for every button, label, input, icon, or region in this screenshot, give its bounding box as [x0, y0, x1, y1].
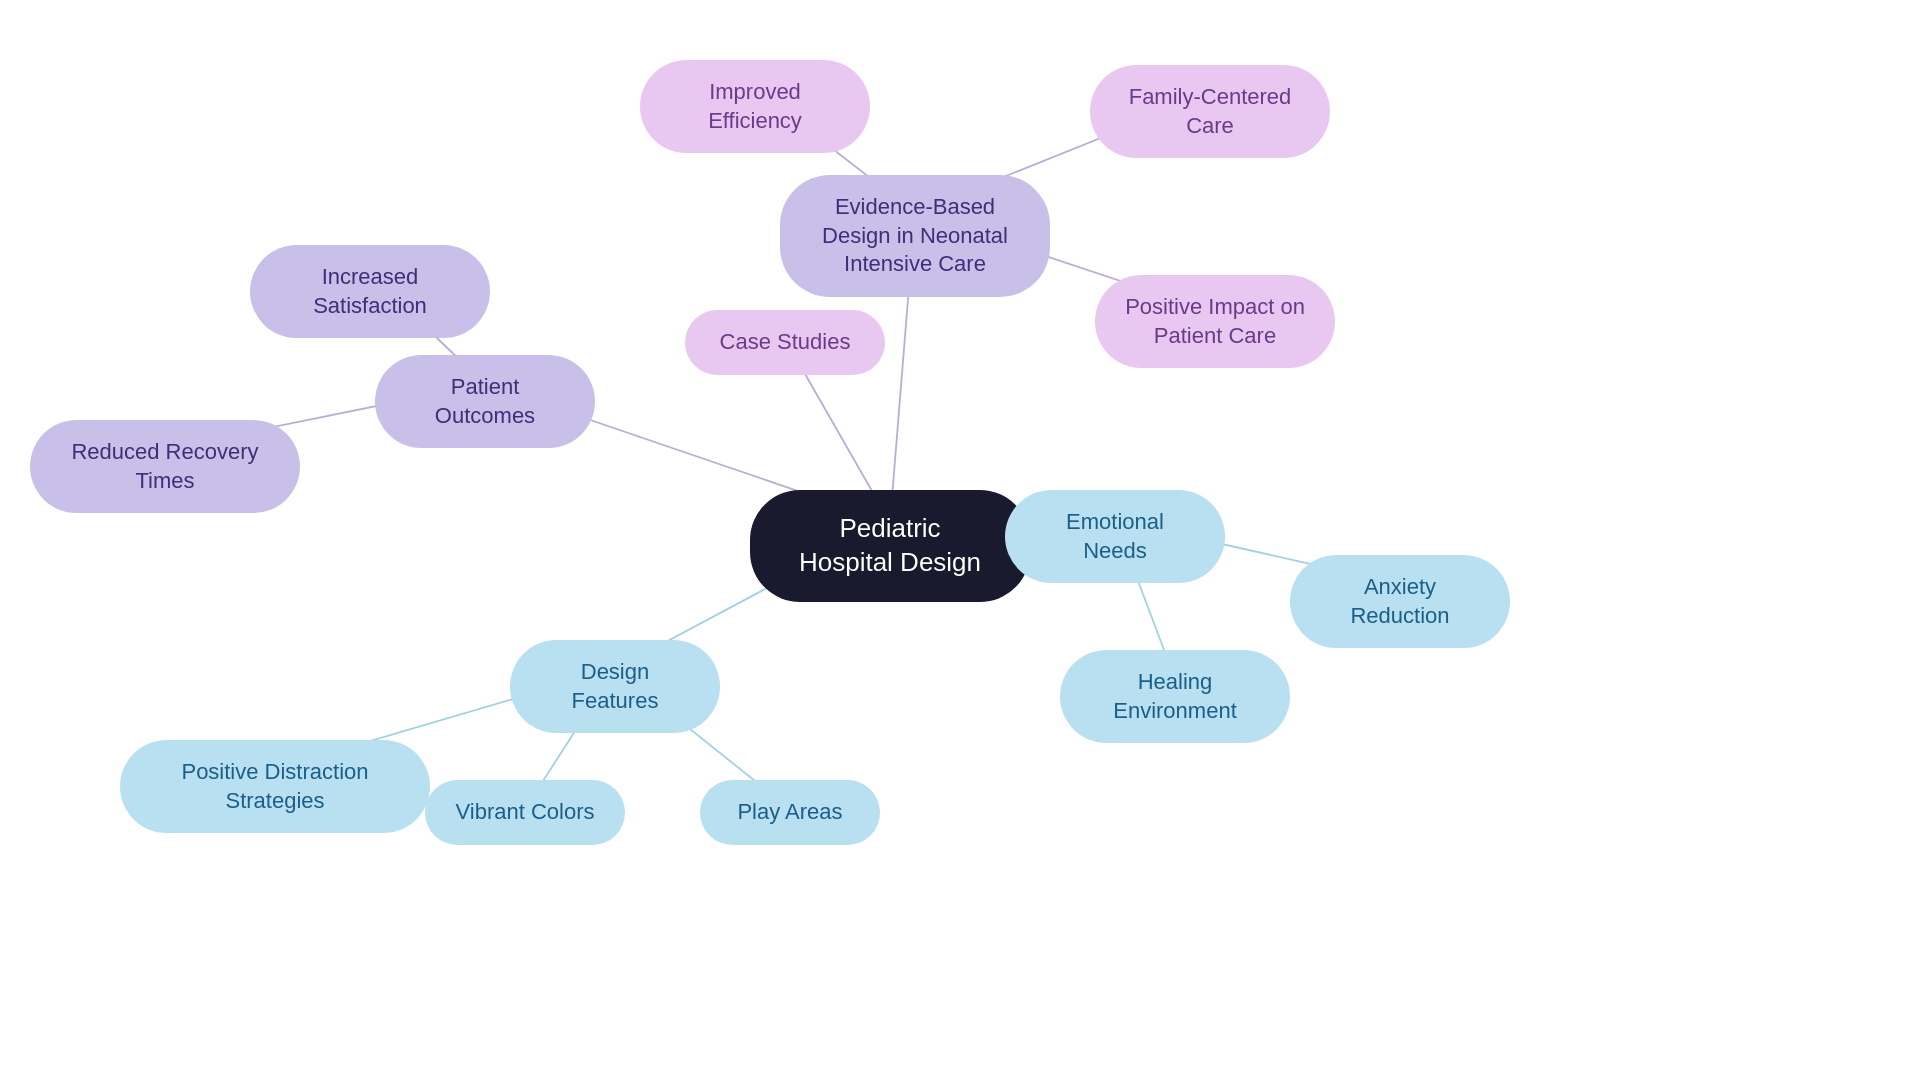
node-evidence-based: Evidence-Based Design in Neonatal Intens… [780, 175, 1050, 297]
node-improved-efficiency: Improved Efficiency [640, 60, 870, 153]
node-family-centered: Family-Centered Care [1090, 65, 1330, 158]
node-positive-distraction: Positive Distraction Strategies [120, 740, 430, 833]
node-emotional-needs: Emotional Needs [1005, 490, 1225, 583]
node-anxiety-reduction: Anxiety Reduction [1290, 555, 1510, 648]
node-positive-impact: Positive Impact on Patient Care [1095, 275, 1335, 368]
node-case-studies: Case Studies [685, 310, 885, 375]
node-reduced-recovery: Reduced Recovery Times [30, 420, 300, 513]
mind-map-container: Pediatric Hospital Design Evidence-Based … [0, 0, 1920, 1083]
node-patient-outcomes: Patient Outcomes [375, 355, 595, 448]
node-healing-environment: Healing Environment [1060, 650, 1290, 743]
node-vibrant-colors: Vibrant Colors [425, 780, 625, 845]
node-increased-satisfaction: Increased Satisfaction [250, 245, 490, 338]
node-center: Pediatric Hospital Design [750, 490, 1030, 602]
node-play-areas: Play Areas [700, 780, 880, 845]
node-design-features: Design Features [510, 640, 720, 733]
